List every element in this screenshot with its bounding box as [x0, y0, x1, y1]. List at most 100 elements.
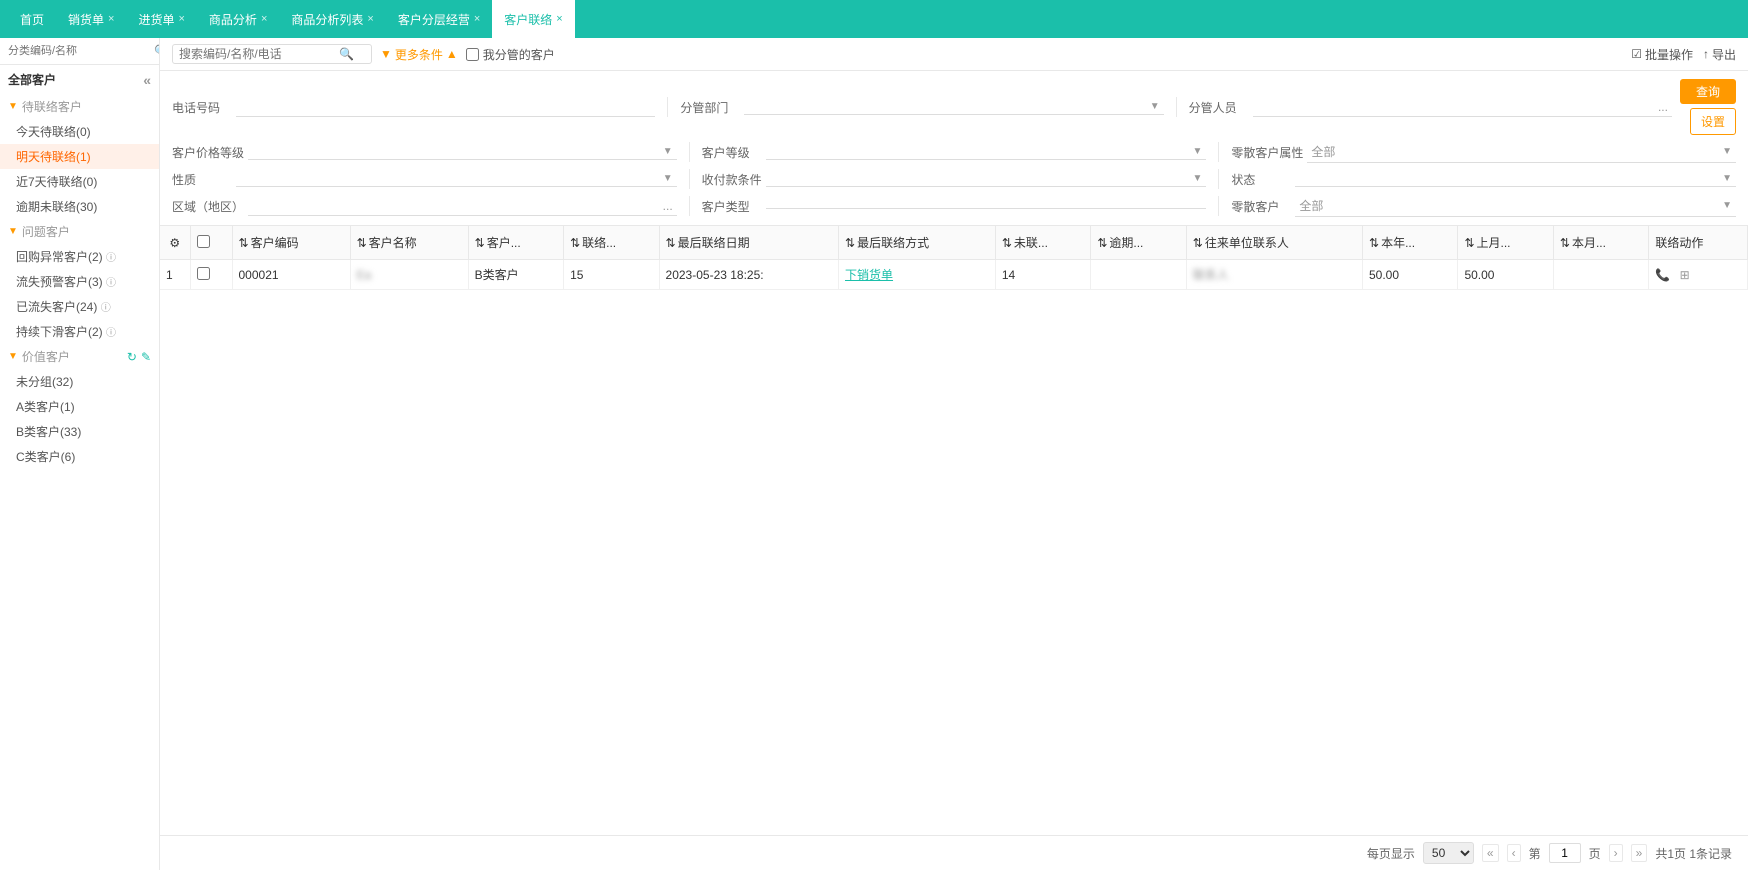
- nav-sales-order[interactable]: 销货单 ×: [56, 0, 126, 38]
- table-row: 1 000021 Ea B类客户: [160, 260, 1748, 290]
- col-lmonth-sort-icon[interactable]: ⇅: [1464, 236, 1474, 250]
- table-container: ⚙ ⇅ 客户编码 ⇅: [160, 226, 1748, 835]
- row-name-text: Ea: [357, 268, 372, 282]
- search-icon[interactable]: 🔍: [339, 47, 354, 61]
- nav-customer-contact[interactable]: 客户联络 ×: [492, 0, 574, 38]
- region-ellipsis[interactable]: ...: [663, 199, 673, 213]
- action-more-icon[interactable]: ⊞: [1680, 268, 1690, 282]
- nav-purchase-order[interactable]: 进货单 ×: [126, 0, 196, 38]
- filter-customer-level: 客户等级 ▼: [702, 144, 1207, 161]
- nav-close-sales[interactable]: ×: [108, 13, 114, 25]
- sidebar-item-churned[interactable]: 已流失客户(24) ⓘ: [0, 294, 159, 319]
- col-name-sort-icon[interactable]: ⇅: [357, 236, 367, 250]
- my-customers-toggle[interactable]: 我分管的客户: [466, 46, 555, 63]
- dept-select[interactable]: ▼: [744, 99, 1163, 115]
- price-chevron: ▼: [663, 146, 673, 157]
- status-select[interactable]: ▼: [1295, 171, 1736, 187]
- col-gear: ⚙: [160, 226, 190, 260]
- first-page-btn[interactable]: «: [1482, 844, 1499, 862]
- batch-op-btn[interactable]: ☑ 批量操作: [1631, 46, 1693, 63]
- next-page-btn[interactable]: ›: [1609, 844, 1623, 862]
- retail-attr-select[interactable]: 全部 ▼: [1307, 141, 1736, 163]
- last-page-btn[interactable]: »: [1631, 844, 1648, 862]
- row-unlinked: 14: [995, 260, 1090, 290]
- col-unlinked: ⇅ 未联...: [995, 226, 1090, 260]
- filter-more-btn[interactable]: ▼ 更多条件 ▲: [380, 46, 458, 63]
- select-all-checkbox[interactable]: [197, 235, 210, 248]
- region-select[interactable]: ...: [248, 197, 677, 216]
- sidebar-item-a-class[interactable]: A类客户(1): [0, 394, 159, 419]
- payment-select[interactable]: ▼: [766, 171, 1207, 187]
- col-cat-sort-icon[interactable]: ⇅: [475, 236, 485, 250]
- price-level-select[interactable]: ▼: [248, 144, 677, 160]
- person-select[interactable]: ...: [1253, 98, 1672, 117]
- export-btn[interactable]: ↑ 导出: [1703, 46, 1736, 63]
- row-last-month: 50.00: [1458, 260, 1553, 290]
- nav-home[interactable]: 首页: [8, 0, 56, 38]
- col-partner-sort-icon[interactable]: ⇅: [1193, 236, 1203, 250]
- row-checkbox[interactable]: [197, 267, 210, 280]
- row-name[interactable]: Ea: [350, 260, 468, 290]
- prev-page-btn[interactable]: ‹: [1507, 844, 1521, 862]
- sidebar-search-input[interactable]: [8, 45, 150, 57]
- content-area: 🔍 ▼ 更多条件 ▲ 我分管的客户 ☑ 批量操作 ↑ 导出: [160, 38, 1748, 870]
- nav-product-analysis[interactable]: 商品分析 ×: [197, 0, 279, 38]
- customer-level-select[interactable]: ▼: [766, 144, 1207, 160]
- nav-customer-stratification[interactable]: 客户分层经营 ×: [386, 0, 492, 38]
- col-method-sort-icon[interactable]: ⇅: [845, 236, 855, 250]
- sidebar-item-7day-contact[interactable]: 近7天待联络(0): [0, 169, 159, 194]
- sidebar-item-churn-warning[interactable]: 流失预警客户(3) ⓘ: [0, 269, 159, 294]
- phone-input[interactable]: [236, 98, 655, 117]
- settings-btn[interactable]: 设置: [1690, 108, 1736, 135]
- page-size-select[interactable]: 50 100 200: [1423, 842, 1474, 864]
- col-code-sort-icon[interactable]: ⇅: [239, 236, 249, 250]
- col-this-year: ⇅ 本年...: [1363, 226, 1458, 260]
- col-over-sort-icon[interactable]: ⇅: [1097, 236, 1107, 250]
- retail-select[interactable]: 全部 ▼: [1295, 195, 1736, 217]
- row-index: 1: [160, 260, 190, 290]
- col-cont-sort-icon[interactable]: ⇅: [570, 236, 580, 250]
- sidebar-item-today-contact[interactable]: 今天待联络(0): [0, 119, 159, 144]
- info-icon-3: ⓘ: [101, 303, 111, 314]
- sidebar-item-continuous-decline[interactable]: 持续下滑客户(2) ⓘ: [0, 319, 159, 344]
- sidebar-item-c-class[interactable]: C类客户(6): [0, 444, 159, 469]
- status-chevron: ▼: [1722, 173, 1732, 184]
- sidebar-item-overdue-contact[interactable]: 逾期未联络(30): [0, 194, 159, 219]
- sidebar-item-ungrouped[interactable]: 未分组(32): [0, 369, 159, 394]
- nav-product-analysis-list[interactable]: 商品分析列表 ×: [279, 0, 385, 38]
- filter-status: 状态 ▼: [1231, 171, 1736, 188]
- customer-level-chevron: ▼: [1192, 146, 1202, 157]
- row-contacts: 15: [564, 260, 659, 290]
- refresh-value-icon[interactable]: ↻: [127, 350, 137, 364]
- query-btn[interactable]: 查询: [1680, 79, 1736, 104]
- retail-chevron: ▼: [1722, 200, 1732, 211]
- edit-value-icon[interactable]: ✎: [141, 350, 151, 364]
- col-unlink-sort-icon[interactable]: ⇅: [1002, 236, 1012, 250]
- search-input[interactable]: [179, 47, 339, 61]
- checkbox-icon: ☑: [1631, 47, 1642, 61]
- sidebar-item-b-class[interactable]: B类客户(33): [0, 419, 159, 444]
- col-last-contact-method: ⇅ 最后联络方式: [839, 226, 996, 260]
- nav-close-contact[interactable]: ×: [556, 13, 562, 25]
- col-year-sort-icon[interactable]: ⇅: [1369, 236, 1379, 250]
- nav-close-product-list[interactable]: ×: [367, 13, 373, 25]
- person-ellipsis[interactable]: ...: [1658, 100, 1668, 114]
- nav-close-product-analysis[interactable]: ×: [261, 13, 267, 25]
- sidebar-all-customers[interactable]: 全部客户 «: [0, 65, 159, 94]
- my-customers-checkbox[interactable]: [466, 48, 479, 61]
- sidebar-item-tomorrow-contact[interactable]: 明天待联络(1): [0, 144, 159, 169]
- nav-close-stratification[interactable]: ×: [474, 13, 480, 25]
- row-method-link[interactable]: 下销货单: [845, 268, 893, 282]
- export-icon: ↑: [1703, 47, 1709, 61]
- action-phone-icon[interactable]: 📞: [1655, 268, 1670, 282]
- sidebar-item-repurchase-abnormal[interactable]: 回购异常客户(2) ⓘ: [0, 244, 159, 269]
- page-input[interactable]: [1549, 843, 1581, 863]
- nature-select[interactable]: ▼: [236, 171, 677, 187]
- col-date-sort-icon[interactable]: ⇅: [666, 236, 676, 250]
- col-month-sort-icon[interactable]: ⇅: [1560, 236, 1570, 250]
- customer-type-select[interactable]: [766, 204, 1207, 209]
- nav-close-purchase[interactable]: ×: [178, 13, 184, 25]
- payment-chevron: ▼: [1192, 173, 1202, 184]
- footer: 每页显示 50 100 200 « ‹ 第 页 › » 共1页 1条记录: [160, 835, 1748, 870]
- gear-icon[interactable]: ⚙: [169, 236, 180, 250]
